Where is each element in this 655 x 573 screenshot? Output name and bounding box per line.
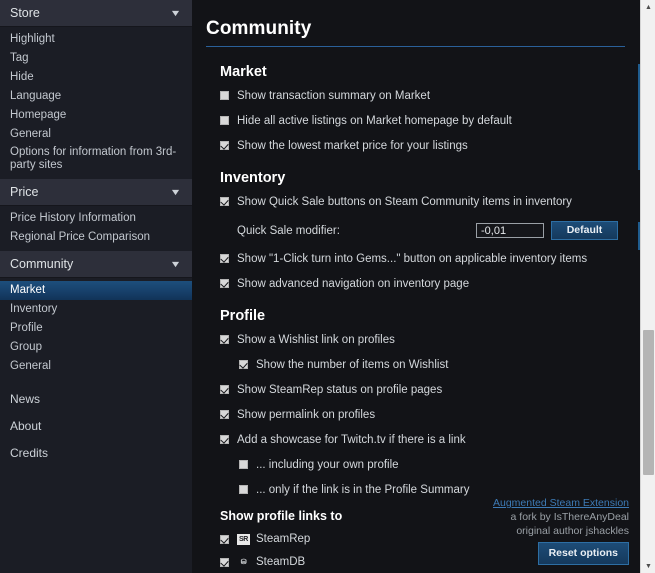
credits-link-row: Augmented Steam Extension xyxy=(493,496,629,510)
sidebar-item-general-store[interactable]: General xyxy=(0,125,192,144)
credits-footer: Augmented Steam Extension a fork by IsTh… xyxy=(493,496,629,565)
quick-sale-modifier-row: Quick Sale modifier: Default xyxy=(220,221,633,240)
option-row[interactable]: Show a Wishlist link on profiles xyxy=(220,334,633,347)
section-market: Market Show transaction summary on Marke… xyxy=(206,64,633,153)
checkbox-show-permalink[interactable] xyxy=(220,410,229,419)
sidebar-header-price-label: Price xyxy=(10,185,38,199)
option-label[interactable]: Show transaction summary on Market xyxy=(237,90,430,103)
option-label[interactable]: Hide all active listings on Market homep… xyxy=(237,115,512,128)
checkbox-show-lowest-market-price[interactable] xyxy=(220,141,229,150)
quick-sale-modifier-controls: Default xyxy=(476,221,633,240)
checkbox-show-transaction-summary[interactable] xyxy=(220,91,229,100)
sidebar-item-third-party-options[interactable]: Options for information from 3rd-party s… xyxy=(0,144,192,175)
sidebar-item-hide[interactable]: Hide xyxy=(0,68,192,87)
main-content: Community Market Show transaction summar… xyxy=(192,0,655,573)
checkbox-show-one-click-gems[interactable] xyxy=(220,254,229,263)
option-label[interactable]: Show Quick Sale buttons on Steam Communi… xyxy=(237,196,572,209)
chevron-down-icon: ▼ xyxy=(170,9,182,18)
sidebar-item-inventory[interactable]: Inventory xyxy=(0,300,192,319)
checkbox-show-steamrep-status[interactable] xyxy=(220,385,229,394)
checkbox-profile-link-steamdb[interactable] xyxy=(220,558,229,567)
chevron-down-icon: ▼ xyxy=(170,260,182,269)
credits-fork-line: a fork by IsThereAnyDeal xyxy=(493,510,629,524)
sidebar-item-tag[interactable]: Tag xyxy=(0,49,192,68)
sidebar-group-price: Price History Information Regional Price… xyxy=(0,206,192,251)
scrollbar-thumb[interactable] xyxy=(643,330,654,475)
sidebar: Store ▼ Highlight Tag Hide Language Home… xyxy=(0,0,192,573)
option-label[interactable]: ... only if the link is in the Profile S… xyxy=(256,484,469,497)
chevron-down-icon: ▼ xyxy=(170,188,182,197)
page-title: Community xyxy=(206,18,625,47)
reset-options-button[interactable]: Reset options xyxy=(538,542,629,565)
sidebar-item-credits[interactable]: Credits xyxy=(0,440,192,467)
steamdb-icon: ⛁ xyxy=(237,557,250,568)
checkbox-show-wishlist-link[interactable] xyxy=(220,335,229,344)
checkbox-hide-active-listings[interactable] xyxy=(220,116,229,125)
sidebar-header-community-label: Community xyxy=(10,257,73,271)
option-row[interactable]: Show advanced navigation on inventory pa… xyxy=(220,278,633,291)
credits-author-line: original author jshackles xyxy=(493,524,629,538)
profile-link-label: SteamRep xyxy=(256,533,310,545)
option-row[interactable]: ... including your own profile xyxy=(239,459,633,472)
section-title-inventory: Inventory xyxy=(220,170,633,186)
option-label[interactable]: Show the number of items on Wishlist xyxy=(256,359,448,372)
sidebar-item-profile[interactable]: Profile xyxy=(0,319,192,338)
checkbox-profile-link-steamrep[interactable] xyxy=(220,535,229,544)
sidebar-item-news[interactable]: News xyxy=(0,386,192,413)
sidebar-group-community: Market Inventory Profile Group General xyxy=(0,278,192,380)
option-row[interactable]: Show Quick Sale buttons on Steam Communi… xyxy=(220,196,633,209)
section-title-profile: Profile xyxy=(220,308,633,324)
option-label[interactable]: Show the lowest market price for your li… xyxy=(237,140,468,153)
option-label[interactable]: Show "1-Click turn into Gems..." button … xyxy=(237,253,587,266)
sidebar-header-community[interactable]: Community ▼ xyxy=(0,251,192,278)
option-row[interactable]: Show the number of items on Wishlist xyxy=(239,359,633,372)
sidebar-header-price[interactable]: Price ▼ xyxy=(0,179,192,206)
checkbox-show-advanced-navigation[interactable] xyxy=(220,279,229,288)
sidebar-item-about[interactable]: About xyxy=(0,413,192,440)
checkbox-twitch-only-profile-summary[interactable] xyxy=(239,485,248,494)
profile-link-label: SteamDB xyxy=(256,556,305,568)
section-inventory: Inventory Show Quick Sale buttons on Ste… xyxy=(206,170,633,291)
checkbox-show-quick-sale-buttons[interactable] xyxy=(220,197,229,206)
option-label[interactable]: Add a showcase for Twitch.tv if there is… xyxy=(237,434,466,447)
option-row[interactable]: Show "1-Click turn into Gems..." button … xyxy=(220,253,633,266)
option-row[interactable]: Show transaction summary on Market xyxy=(220,90,633,103)
sidebar-item-general-community[interactable]: General xyxy=(0,357,192,376)
checkbox-add-twitch-showcase[interactable] xyxy=(220,435,229,444)
sidebar-header-store[interactable]: Store ▼ xyxy=(0,0,192,27)
quick-sale-modifier-label: Quick Sale modifier: xyxy=(237,225,340,237)
sidebar-item-highlight[interactable]: Highlight xyxy=(0,30,192,49)
option-row[interactable]: Show the lowest market price for your li… xyxy=(220,140,633,153)
quick-sale-default-button[interactable]: Default xyxy=(551,221,618,240)
option-label[interactable]: Show advanced navigation on inventory pa… xyxy=(237,278,469,291)
sidebar-item-group[interactable]: Group xyxy=(0,338,192,357)
option-label[interactable]: ... including your own profile xyxy=(256,459,399,472)
option-label[interactable]: Show SteamRep status on profile pages xyxy=(237,384,442,397)
sidebar-header-store-label: Store xyxy=(10,6,40,20)
augmented-steam-link[interactable]: Augmented Steam Extension xyxy=(493,497,629,509)
option-row[interactable]: Add a showcase for Twitch.tv if there is… xyxy=(220,434,633,447)
page-scrollbar[interactable]: ▲ ▼ xyxy=(640,0,655,573)
checkbox-show-wishlist-item-count[interactable] xyxy=(239,360,248,369)
option-row[interactable]: Show permalink on profiles xyxy=(220,409,633,422)
sidebar-item-price-history-information[interactable]: Price History Information xyxy=(0,209,192,228)
options-page: Store ▼ Highlight Tag Hide Language Home… xyxy=(0,0,655,573)
option-row[interactable]: Show SteamRep status on profile pages xyxy=(220,384,633,397)
option-label[interactable]: Show a Wishlist link on profiles xyxy=(237,334,395,347)
option-label[interactable]: Show permalink on profiles xyxy=(237,409,375,422)
sidebar-item-market[interactable]: Market xyxy=(0,281,192,300)
sidebar-group-store: Highlight Tag Hide Language Homepage Gen… xyxy=(0,27,192,179)
scrollbar-down-arrow-icon[interactable]: ▼ xyxy=(641,559,655,573)
option-row[interactable]: Hide all active listings on Market homep… xyxy=(220,115,633,128)
sidebar-item-homepage[interactable]: Homepage xyxy=(0,106,192,125)
scrollbar-up-arrow-icon[interactable]: ▲ xyxy=(641,0,655,14)
checkbox-twitch-including-own-profile[interactable] xyxy=(239,460,248,469)
section-title-market: Market xyxy=(220,64,633,80)
quick-sale-modifier-input[interactable] xyxy=(476,223,544,238)
sidebar-item-regional-price-comparison[interactable]: Regional Price Comparison xyxy=(0,228,192,247)
steamrep-icon: SR xyxy=(237,534,250,545)
sidebar-item-language[interactable]: Language xyxy=(0,87,192,106)
